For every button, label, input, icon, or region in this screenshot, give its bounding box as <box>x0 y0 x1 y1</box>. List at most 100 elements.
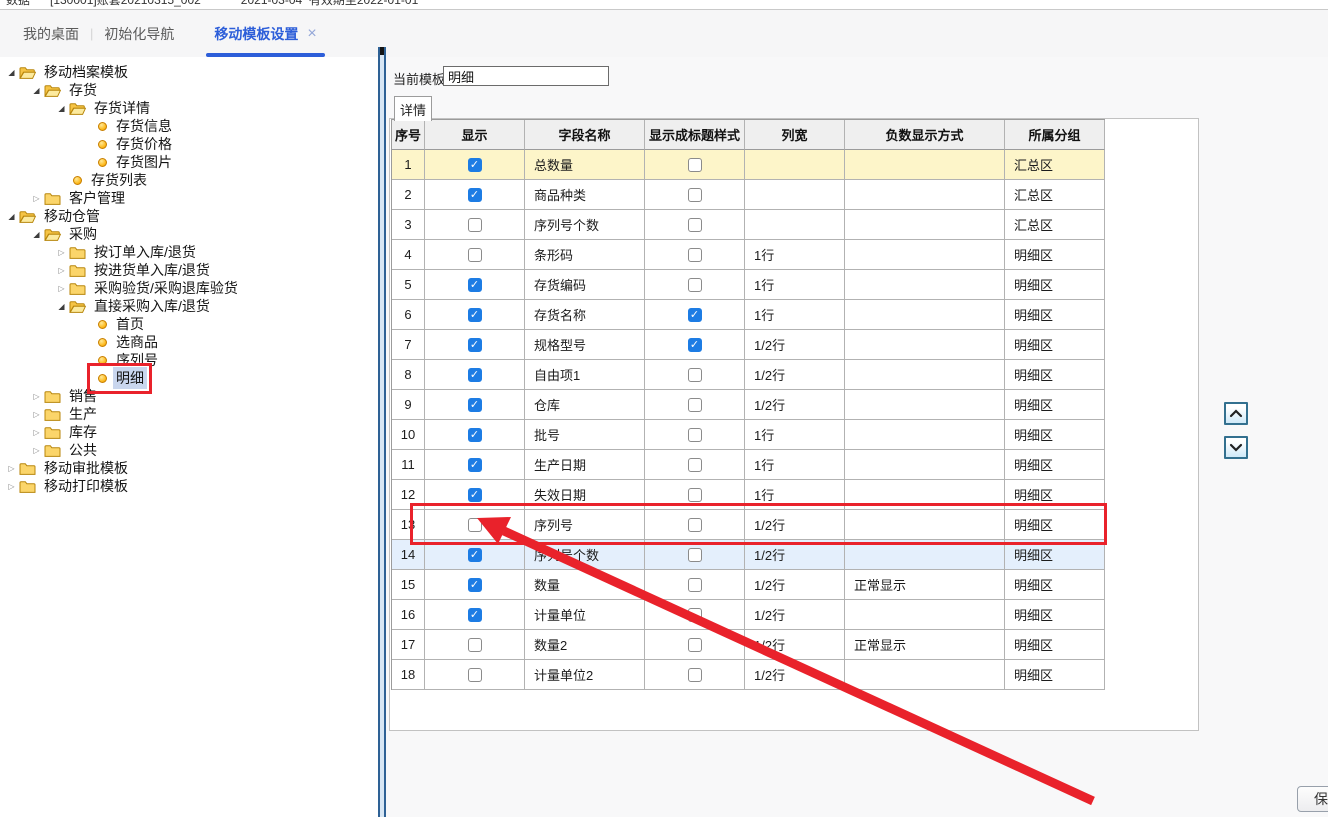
expand-toggle-icon[interactable]: ▷ <box>29 423 44 441</box>
expand-toggle-icon[interactable]: ▷ <box>29 387 44 405</box>
table-row-16[interactable]: 16✓计量单位1/2行明细区 <box>392 600 1105 630</box>
cell-show-checkbox <box>425 660 525 690</box>
table-row-17[interactable]: 17数量21/2行正常显示明细区 <box>392 630 1105 660</box>
table-row-9[interactable]: 9✓仓库1/2行明细区 <box>392 390 1105 420</box>
table-row-5[interactable]: 5✓存货编码1行明细区 <box>392 270 1105 300</box>
show-checkbox-checked[interactable]: ✓ <box>468 398 482 412</box>
show-checkbox-unchecked[interactable] <box>468 518 482 532</box>
show-checkbox-checked[interactable]: ✓ <box>468 458 482 472</box>
show-checkbox-unchecked[interactable] <box>468 248 482 262</box>
title-style-checkbox-unchecked[interactable] <box>688 638 702 652</box>
table-row-8[interactable]: 8✓自由项11/2行明细区 <box>392 360 1105 390</box>
expand-toggle-icon[interactable]: ▷ <box>4 459 19 477</box>
show-checkbox-checked[interactable]: ✓ <box>468 308 482 322</box>
title-style-checkbox-unchecked[interactable] <box>688 458 702 472</box>
show-checkbox-unchecked[interactable] <box>468 218 482 232</box>
title-style-checkbox-unchecked[interactable] <box>688 608 702 622</box>
show-checkbox-unchecked[interactable] <box>468 668 482 682</box>
current-template-input[interactable] <box>443 66 609 86</box>
cell-title-style-checkbox <box>645 570 745 600</box>
show-checkbox-checked[interactable]: ✓ <box>468 368 482 382</box>
tree-item-序列号[interactable]: 序列号 <box>0 351 378 369</box>
expand-toggle-icon[interactable]: ▷ <box>29 405 44 423</box>
show-checkbox-checked[interactable]: ✓ <box>468 338 482 352</box>
navigation-tree: ◢移动档案模板◢存货◢存货详情存货信息存货价格存货图片存货列表▷客户管理◢移动仓… <box>0 57 378 817</box>
show-checkbox-unchecked[interactable] <box>468 638 482 652</box>
title-style-checkbox-unchecked[interactable] <box>688 428 702 442</box>
cell-column-width: 1行 <box>745 240 845 270</box>
table-row-15[interactable]: 15✓数量1/2行正常显示明细区 <box>392 570 1105 600</box>
tree-item-存货信息[interactable]: 存货信息 <box>0 117 378 135</box>
title-style-checkbox-unchecked[interactable] <box>688 218 702 232</box>
collapse-toggle-icon[interactable]: ◢ <box>4 207 19 225</box>
collapse-toggle-icon[interactable]: ◢ <box>54 99 69 117</box>
title-style-checkbox-checked[interactable]: ✓ <box>688 308 702 322</box>
show-checkbox-checked[interactable]: ✓ <box>468 488 482 502</box>
tree-item-移动打印模板[interactable]: ▷ 移动打印模板 <box>0 477 378 495</box>
tab-初始化导航[interactable]: 初始化导航 <box>93 10 185 57</box>
panel-splitter[interactable] <box>378 47 386 817</box>
column-header-group: 所属分组 <box>1005 120 1105 150</box>
expand-toggle-icon[interactable]: ▷ <box>4 477 19 495</box>
collapse-toggle-icon[interactable]: ◢ <box>29 225 44 243</box>
show-checkbox-checked[interactable]: ✓ <box>468 158 482 172</box>
move-down-button[interactable] <box>1224 436 1248 459</box>
tab-close-icon[interactable]: × <box>307 25 316 43</box>
table-row-13[interactable]: 13序列号1/2行明细区 <box>392 510 1105 540</box>
expand-toggle-icon[interactable]: ▷ <box>54 261 69 279</box>
move-up-button[interactable] <box>1224 402 1248 425</box>
table-row-3[interactable]: 3序列号个数汇总区 <box>392 210 1105 240</box>
table-row-6[interactable]: 6✓存货名称✓1行明细区 <box>392 300 1105 330</box>
title-style-checkbox-unchecked[interactable] <box>688 488 702 502</box>
collapse-toggle-icon[interactable]: ◢ <box>29 81 44 99</box>
tab-移动模板设置[interactable]: 移动模板设置× <box>203 10 327 57</box>
show-checkbox-checked[interactable]: ✓ <box>468 428 482 442</box>
table-row-7[interactable]: 7✓规格型号✓1/2行明细区 <box>392 330 1105 360</box>
collapse-toggle-icon[interactable]: ◢ <box>4 63 19 81</box>
title-style-checkbox-unchecked[interactable] <box>688 578 702 592</box>
tree-item-label[interactable]: 移动打印模板 <box>41 475 131 497</box>
show-checkbox-checked[interactable]: ✓ <box>468 548 482 562</box>
tree-item-存货图片[interactable]: 存货图片 <box>0 153 378 171</box>
cell-negative-display <box>845 150 1005 180</box>
table-row-12[interactable]: 12✓失效日期1行明细区 <box>392 480 1105 510</box>
title-style-checkbox-unchecked[interactable] <box>688 668 702 682</box>
title-style-checkbox-unchecked[interactable] <box>688 368 702 382</box>
cell-negative-display <box>845 420 1005 450</box>
title-style-checkbox-unchecked[interactable] <box>688 278 702 292</box>
tab-detail[interactable]: 详情 <box>394 96 432 121</box>
title-style-checkbox-unchecked[interactable] <box>688 188 702 202</box>
tree-item-直接采购入库/退货[interactable]: ◢直接采购入库/退货 <box>0 297 378 315</box>
tree-item-label[interactable]: 明细 <box>113 367 147 389</box>
table-row-2[interactable]: 2✓商品种类汇总区 <box>392 180 1105 210</box>
collapse-toggle-icon[interactable]: ◢ <box>54 297 69 315</box>
cell-group: 明细区 <box>1005 600 1105 630</box>
table-row-4[interactable]: 4条形码1行明细区 <box>392 240 1105 270</box>
show-checkbox-checked[interactable]: ✓ <box>468 608 482 622</box>
title-style-checkbox-unchecked[interactable] <box>688 158 702 172</box>
show-checkbox-checked[interactable]: ✓ <box>468 578 482 592</box>
save-button[interactable]: 保存 <box>1297 786 1328 812</box>
tree-item-存货[interactable]: ◢存货 <box>0 81 378 99</box>
tree-item-存货详情[interactable]: ◢存货详情 <box>0 99 378 117</box>
title-style-checkbox-unchecked[interactable] <box>688 548 702 562</box>
table-row-10[interactable]: 10✓批号1行明细区 <box>392 420 1105 450</box>
title-style-checkbox-unchecked[interactable] <box>688 248 702 262</box>
title-style-checkbox-unchecked[interactable] <box>688 398 702 412</box>
table-row-1[interactable]: 1✓总数量汇总区 <box>392 150 1105 180</box>
tree-item-选商品[interactable]: 选商品 <box>0 333 378 351</box>
expand-toggle-icon[interactable]: ▷ <box>54 279 69 297</box>
tree-item-存货价格[interactable]: 存货价格 <box>0 135 378 153</box>
show-checkbox-checked[interactable]: ✓ <box>468 188 482 202</box>
title-style-checkbox-checked[interactable]: ✓ <box>688 338 702 352</box>
show-checkbox-checked[interactable]: ✓ <box>468 278 482 292</box>
tab-我的桌面[interactable]: 我的桌面 <box>12 10 90 57</box>
splitter-handle-icon[interactable] <box>380 47 384 55</box>
title-style-checkbox-unchecked[interactable] <box>688 518 702 532</box>
table-row-14[interactable]: 14✓序列号个数1/2行明细区 <box>392 540 1105 570</box>
table-row-18[interactable]: 18计量单位21/2行明细区 <box>392 660 1105 690</box>
cell-negative-display <box>845 270 1005 300</box>
table-row-11[interactable]: 11✓生产日期1行明细区 <box>392 450 1105 480</box>
expand-toggle-icon[interactable]: ▷ <box>54 243 69 261</box>
tree-item-首页[interactable]: 首页 <box>0 315 378 333</box>
